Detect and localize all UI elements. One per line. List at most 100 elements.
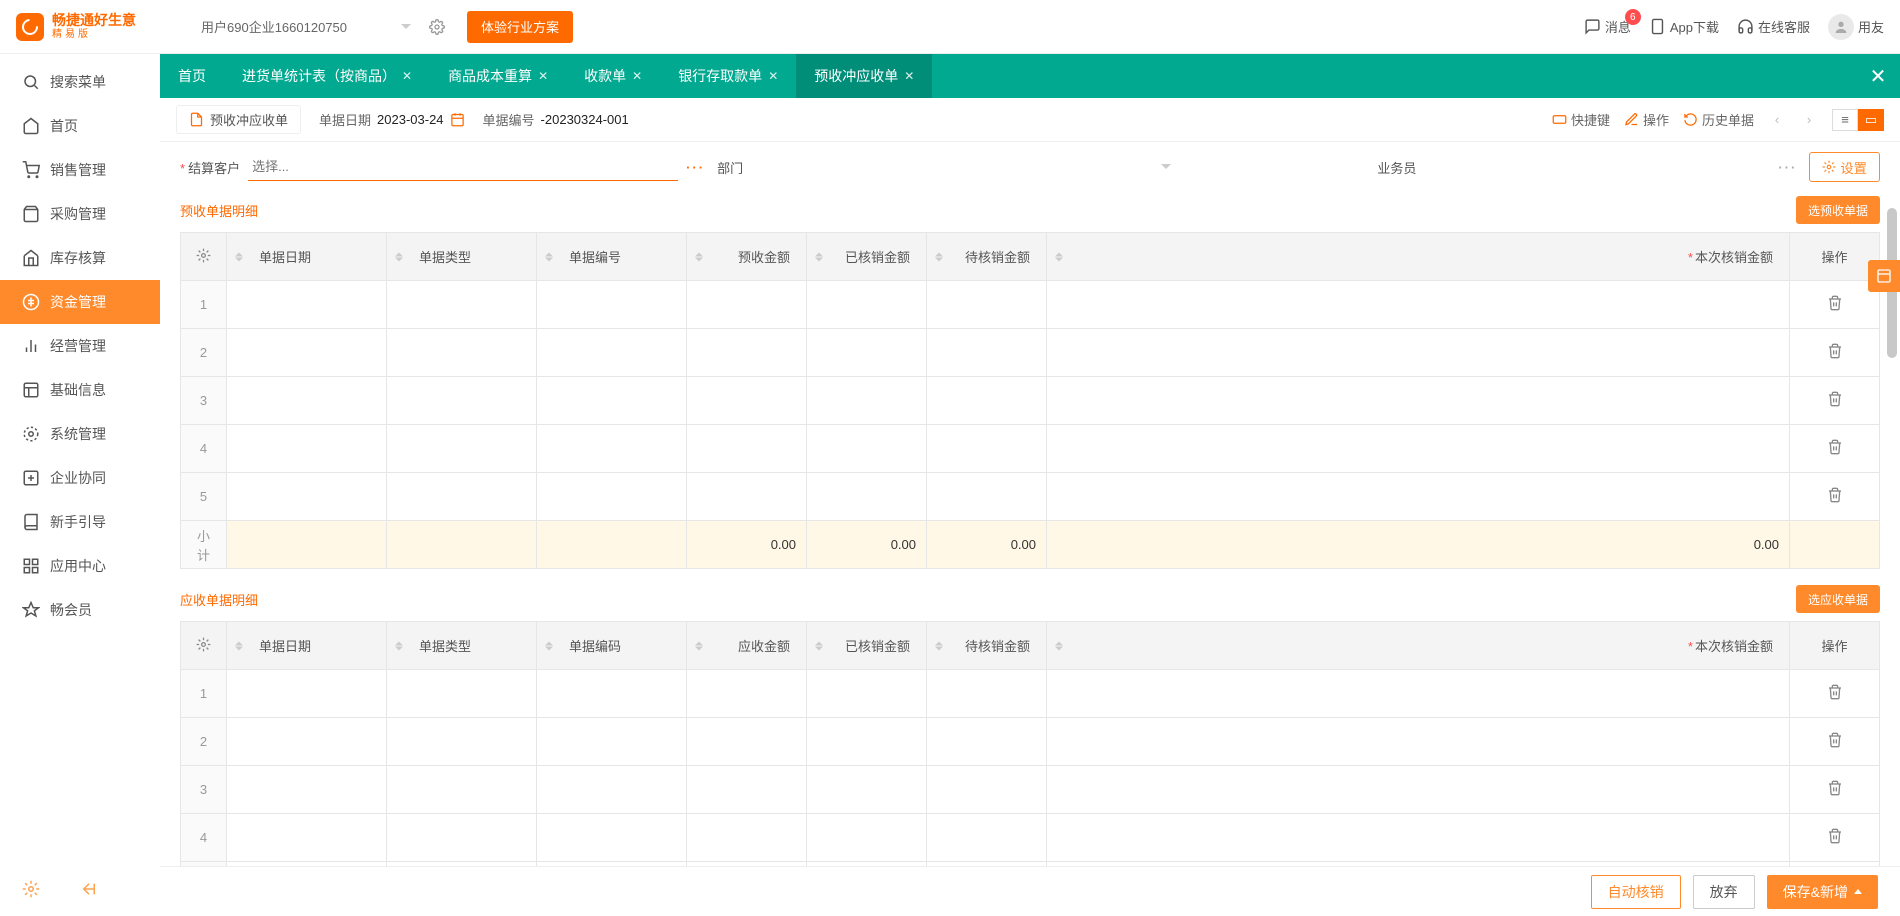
delete-icon[interactable]	[1827, 487, 1843, 503]
sidebar-item-label: 库存核算	[50, 248, 106, 268]
close-icon[interactable]: ✕	[768, 69, 778, 83]
customer-more-icon[interactable]: ···	[686, 160, 705, 175]
sidebar-item-label: 资金管理	[50, 292, 106, 312]
field-salesperson[interactable]: 业务员 ···	[1377, 158, 1797, 177]
side-panel-toggle-icon[interactable]	[1868, 260, 1900, 292]
next-doc-icon[interactable]: ›	[1800, 112, 1818, 127]
delete-icon[interactable]	[1827, 391, 1843, 407]
receivable-section-title: 应收单据明细	[180, 590, 258, 609]
tenant-settings-icon[interactable]	[429, 19, 445, 35]
sidebar-item-apps[interactable]: 应用中心	[0, 544, 160, 588]
sidebar-item-guide[interactable]: 新手引导	[0, 500, 160, 544]
close-all-tabs-icon[interactable]: ✕	[1856, 64, 1900, 89]
table-row[interactable]: 3	[181, 377, 1880, 425]
tab[interactable]: 商品成本重算✕	[430, 54, 566, 98]
delete-icon[interactable]	[1827, 295, 1843, 311]
auto-verify-button[interactable]: 自动核销	[1591, 875, 1681, 909]
sidebar-item-search[interactable]: 搜索菜单	[0, 60, 160, 104]
delete-icon[interactable]	[1827, 732, 1843, 748]
tab[interactable]: 进货单统计表（按商品）✕	[224, 54, 430, 98]
app-download-link[interactable]: App下载	[1649, 17, 1719, 36]
sidebar-item-biz[interactable]: 经营管理	[0, 324, 160, 368]
operate-link[interactable]: 操作	[1624, 110, 1669, 129]
history-link[interactable]: 历史单据	[1683, 110, 1754, 129]
tenant-select[interactable]: 用户690企业1660120750	[191, 13, 421, 41]
tab[interactable]: 银行存取款单✕	[660, 54, 796, 98]
chevron-down-icon	[1161, 164, 1171, 169]
table-row[interactable]: 5	[181, 473, 1880, 521]
customer-input[interactable]	[248, 153, 678, 181]
col-no[interactable]: 单据编号	[537, 233, 687, 281]
delete-icon[interactable]	[1827, 684, 1843, 700]
delete-icon[interactable]	[1827, 343, 1843, 359]
close-icon[interactable]: ✕	[632, 69, 642, 83]
sidebar-item-inventory[interactable]: 库存核算	[0, 236, 160, 280]
col-verified[interactable]: 已核销金额	[807, 622, 927, 670]
scrollbar[interactable]	[1887, 208, 1897, 856]
delete-icon[interactable]	[1827, 828, 1843, 844]
col-date[interactable]: 单据日期	[227, 233, 387, 281]
field-customer[interactable]: *结算客户 ···	[180, 153, 705, 181]
col-this[interactable]: 本次核销金额	[1047, 233, 1790, 281]
col-pending[interactable]: 待核销金额	[927, 622, 1047, 670]
sidebar-item-fund[interactable]: 资金管理	[0, 280, 160, 324]
col-type[interactable]: 单据类型	[387, 233, 537, 281]
delete-icon[interactable]	[1827, 780, 1843, 796]
save-new-button[interactable]: 保存&新增	[1767, 875, 1878, 909]
table-row[interactable]: 3	[181, 766, 1880, 814]
pick-receivable-button[interactable]: 选应收单据	[1796, 585, 1880, 613]
col-prepay[interactable]: 预收金额	[687, 233, 807, 281]
purchase-icon	[22, 205, 40, 223]
customer-service-link[interactable]: 在线客服	[1737, 17, 1810, 36]
pick-prepay-button[interactable]: 选预收单据	[1796, 196, 1880, 224]
sidebar-item-home[interactable]: 首页	[0, 104, 160, 148]
salesperson-more-icon[interactable]: ···	[1778, 160, 1797, 175]
table-row[interactable]: 4	[181, 814, 1880, 862]
sidebar-item-coop[interactable]: 企业协同	[0, 456, 160, 500]
experience-button[interactable]: 体验行业方案	[467, 11, 573, 43]
col-this[interactable]: 本次核销金额	[1047, 622, 1790, 670]
table-row[interactable]: 1	[181, 281, 1880, 329]
tab[interactable]: 预收冲应收单✕	[796, 54, 932, 98]
col-pending[interactable]: 待核销金额	[927, 233, 1047, 281]
col-type[interactable]: 单据类型	[387, 622, 537, 670]
discard-button[interactable]: 放弃	[1693, 875, 1755, 909]
prev-doc-icon[interactable]: ‹	[1768, 112, 1786, 127]
col-receivable[interactable]: 应收金额	[687, 622, 807, 670]
settings-button[interactable]: 设置	[1809, 152, 1880, 182]
close-icon[interactable]: ✕	[402, 69, 412, 83]
settings-icon[interactable]	[22, 880, 40, 898]
col-verified[interactable]: 已核销金额	[807, 233, 927, 281]
messages-link[interactable]: 消息 6	[1584, 17, 1631, 36]
view-detail-icon[interactable]: ▭	[1858, 109, 1884, 131]
close-icon[interactable]: ✕	[904, 69, 914, 83]
delete-icon[interactable]	[1827, 439, 1843, 455]
chevron-up-icon	[1854, 889, 1862, 894]
field-dept[interactable]: 部门	[717, 153, 1365, 181]
sidebar-item-purchase[interactable]: 采购管理	[0, 192, 160, 236]
table-row[interactable]: 2	[181, 718, 1880, 766]
doc-date[interactable]: 单据日期 2023-03-24	[319, 110, 465, 129]
column-config-icon[interactable]	[181, 622, 227, 670]
column-config-icon[interactable]	[181, 233, 227, 281]
brand-logo: 畅捷通好生意 精易版	[16, 13, 161, 41]
sidebar-item-sys[interactable]: 系统管理	[0, 412, 160, 456]
view-list-icon[interactable]: ≡	[1832, 109, 1858, 131]
table-row[interactable]: 4	[181, 425, 1880, 473]
sidebar-item-base[interactable]: 基础信息	[0, 368, 160, 412]
collapse-sidebar-icon[interactable]	[80, 880, 98, 898]
col-code[interactable]: 单据编码	[537, 622, 687, 670]
history-icon	[1683, 112, 1698, 127]
shortcut-link[interactable]: 快捷键	[1552, 110, 1610, 129]
edit-icon	[1624, 112, 1639, 127]
table-row[interactable]: 2	[181, 329, 1880, 377]
tab[interactable]: 首页	[160, 54, 224, 98]
doc-title: 预收冲应收单	[176, 105, 301, 134]
sidebar-item-vip[interactable]: 畅会员	[0, 588, 160, 632]
sidebar-item-sales[interactable]: 销售管理	[0, 148, 160, 192]
tab[interactable]: 收款单✕	[566, 54, 660, 98]
col-date[interactable]: 单据日期	[227, 622, 387, 670]
user-menu[interactable]: 用友	[1828, 14, 1884, 40]
table-row[interactable]: 1	[181, 670, 1880, 718]
close-icon[interactable]: ✕	[538, 69, 548, 83]
